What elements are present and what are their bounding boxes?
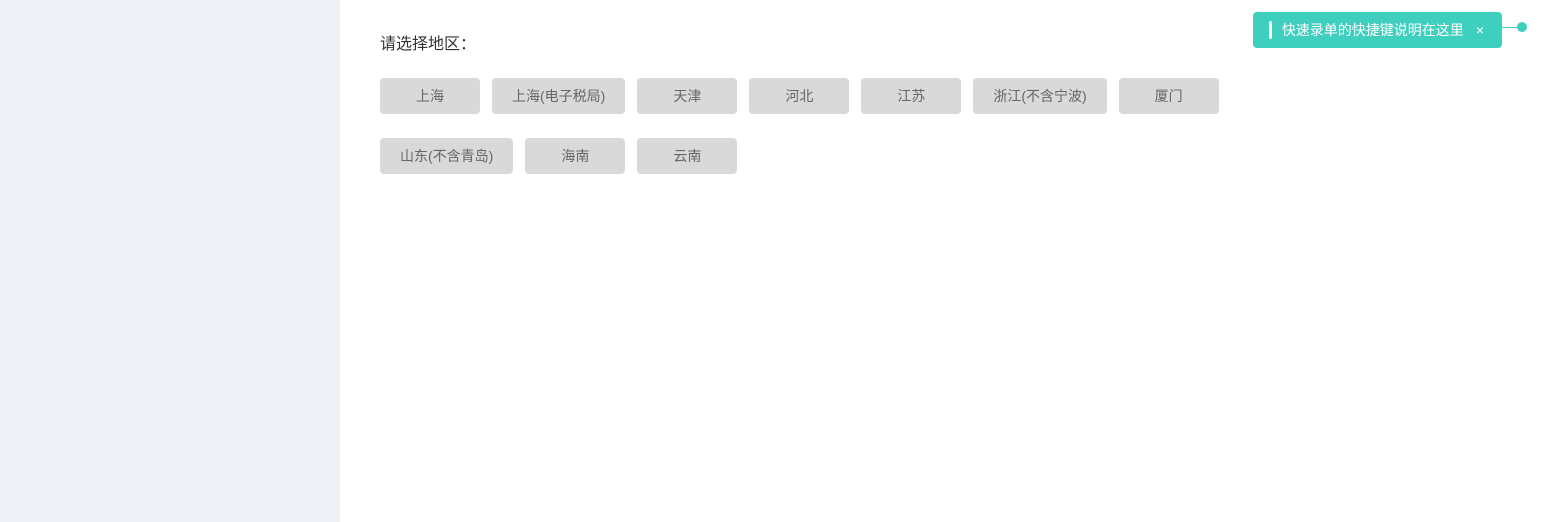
region-row-1: 上海上海(电子税局) 天津河北江苏浙江(不含宁波) 厦门 — [380, 78, 1219, 114]
region-btn-xiamen[interactable]: 厦门 — [1119, 78, 1219, 114]
region-btn-hebei[interactable]: 河北 — [749, 78, 849, 114]
region-btn-tianjin[interactable]: 天津 — [637, 78, 737, 114]
region-btn-hainan[interactable]: 海南 — [525, 138, 625, 174]
region-btn-jiangsu[interactable]: 江苏 — [861, 78, 961, 114]
region-btn-shanghai-etax[interactable]: 上海(电子税局) — [492, 78, 625, 114]
region-btn-yunnan[interactable]: 云南 — [637, 138, 737, 174]
region-row-2: 山东(不含青岛) 海南云南 — [380, 138, 737, 174]
tooltip-connector-line — [1502, 27, 1517, 28]
tooltip-close-button[interactable]: × — [1474, 22, 1486, 38]
region-btn-zhejiang[interactable]: 浙江(不含宁波) — [973, 78, 1106, 114]
tooltip-banner: 快速录单的快捷键说明在这里 × — [1253, 12, 1502, 48]
sidebar — [0, 0, 340, 522]
region-btn-shandong[interactable]: 山东(不含青岛) — [380, 138, 513, 174]
region-btn-shanghai[interactable]: 上海 — [380, 78, 480, 114]
tooltip-label: 快速录单的快捷键说明在这里 — [1282, 20, 1464, 40]
tooltip-bar — [1269, 21, 1272, 39]
main-content: 请选择地区： 上海上海(电子税局)天津河北江苏浙江(不含宁波)厦门 山东(不含青… — [340, 0, 1562, 522]
tooltip-connector-dot — [1517, 22, 1527, 32]
region-buttons: 上海上海(电子税局) 天津河北江苏浙江(不含宁波) 厦门 山东(不含青岛) 海南云南 — [380, 78, 1522, 174]
